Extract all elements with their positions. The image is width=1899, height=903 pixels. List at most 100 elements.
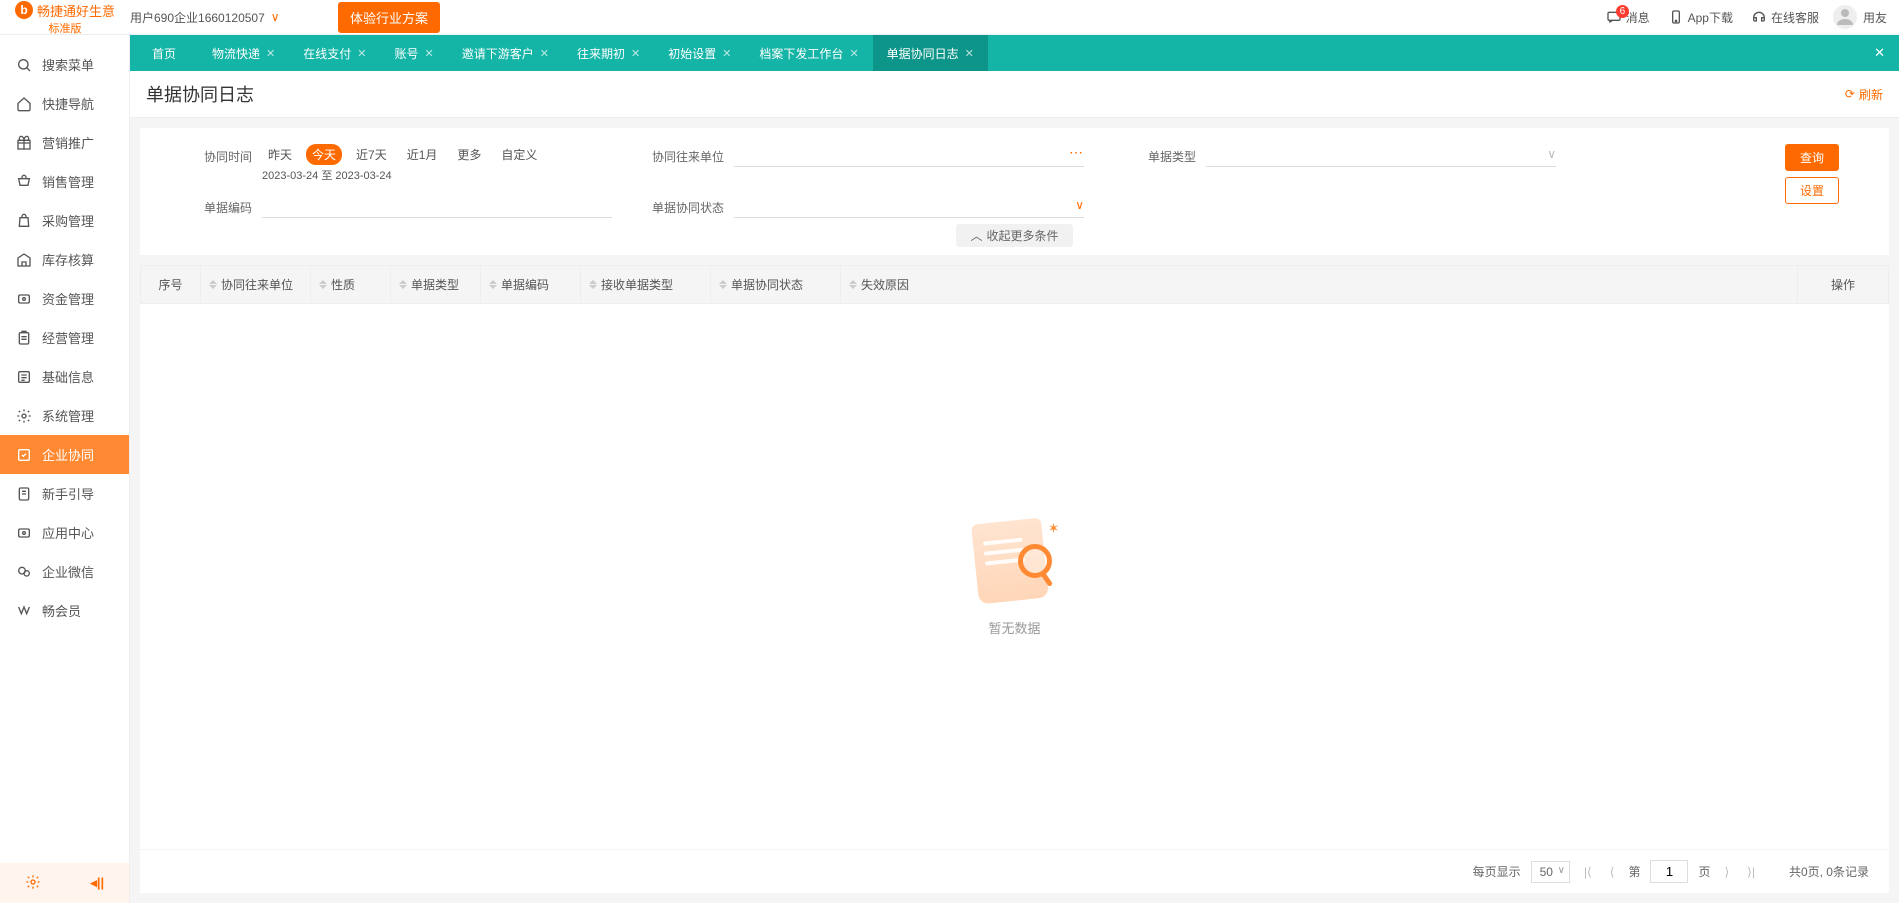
guide-icon [16,486,32,502]
tabs-close-all-icon[interactable]: ✕ [1864,35,1895,71]
column-label: 协同往来单位 [221,276,293,293]
sidebar-item-clipboard[interactable]: 经营管理 [0,318,129,357]
info-icon [16,369,32,385]
time-option-5[interactable]: 自定义 [495,144,543,165]
user-avatar[interactable] [1833,5,1857,29]
filter-status-input[interactable] [734,195,1084,218]
prev-page-button[interactable]: ⟨ [1606,865,1619,879]
pagination: 每页显示 50 |⟨ ⟨ 第 页 ⟩ ⟩| 共0页, 0条记录 [140,849,1889,893]
time-option-3[interactable]: 近1月 [401,144,444,165]
tab-5[interactable]: 往来期初✕ [563,35,654,71]
column-header[interactable]: 单据类型 [391,266,481,303]
service-label: 在线客服 [1771,9,1819,26]
column-header[interactable]: 接收单据类型 [581,266,711,303]
tab-4[interactable]: 邀请下游客户 ✕ [448,35,563,71]
last-page-button[interactable]: ⟩| [1743,865,1759,879]
refresh-button[interactable]: ⟳ 刷新 [1845,86,1883,103]
sidebar-item-home[interactable]: 快捷导航 [0,84,129,123]
column-header[interactable]: 单据编码 [481,266,581,303]
close-icon[interactable]: ✕ [722,47,731,60]
column-header[interactable]: 协同往来单位 [201,266,311,303]
link-icon [16,447,32,463]
sidebar-item-apps[interactable]: 应用中心 [0,513,129,552]
sidebar-item-warehouse[interactable]: 库存核算 [0,240,129,279]
close-icon[interactable]: ✕ [425,47,434,60]
app-download-link[interactable]: App下载 [1668,9,1733,26]
refresh-label: 刷新 [1859,86,1883,103]
column-header[interactable]: 单据协同状态 [711,266,841,303]
brand-edition: 标准版 [49,20,82,36]
sidebar-item-vip[interactable]: 畅会员 [0,591,129,630]
sidebar-item-cart[interactable]: 销售管理 [0,162,129,201]
messages-badge: 6 [1616,5,1630,18]
sort-icon [399,279,407,291]
column-label: 单据协同状态 [731,276,803,293]
search-icon [16,57,32,73]
time-option-4[interactable]: 更多 [451,144,487,165]
filter-code-input[interactable] [262,195,612,218]
tab-label: 账号 [394,45,418,62]
tab-bar: 首页物流快递✕在线支付✕账号✕邀请下游客户✕往来期初✕初始设置✕档案下发工作台✕… [130,35,1899,71]
sidebar-item-guide[interactable]: 新手引导 [0,474,129,513]
tab-6[interactable]: 初始设置✕ [654,35,745,71]
filter-doctype: 单据类型 ∨ [1124,144,1556,167]
sidebar-item-link[interactable]: 企业协同 [0,435,129,474]
user-name[interactable]: 用友 [1863,9,1887,26]
clipboard-icon [16,330,32,346]
tab-8[interactable]: 单据协同日志✕ [873,35,988,71]
column-label: 性质 [331,276,355,293]
refresh-icon: ⟳ [1845,87,1855,101]
column-header[interactable]: 性质 [311,266,391,303]
tab-3[interactable]: 账号 ✕ [380,35,447,71]
close-icon[interactable]: ✕ [849,47,858,60]
close-icon[interactable]: ✕ [631,47,640,60]
messages-link[interactable]: 6 消息 [1606,9,1650,26]
sidebar-collapse-icon[interactable]: ◂|| [90,875,104,891]
filter-doctype-input[interactable] [1206,144,1556,167]
tab-label: 邀请下游客户 [462,45,534,62]
tab-0[interactable]: 首页 [130,35,198,71]
empty-state: ✶ 暂无数据 [140,304,1889,849]
sidebar-item-label: 基础信息 [42,367,94,386]
brand-block: b 畅捷通好生意 标准版 [0,0,130,36]
sidebar-item-money[interactable]: 资金管理 [0,279,129,318]
filter-time: 协同时间 昨天今天近7天近1月更多自定义 2023-03-24 至 2023-0… [180,144,612,183]
filter-time-label: 协同时间 [180,144,252,165]
time-option-1[interactable]: 今天 [306,144,342,165]
tab-7[interactable]: 档案下发工作台✕ [745,35,872,71]
column-header[interactable]: 序号 [141,266,201,303]
sort-icon [489,279,497,291]
page-input[interactable] [1650,860,1688,883]
sidebar-item-info[interactable]: 基础信息 [0,357,129,396]
filter-settings-button[interactable]: 设置 [1785,177,1839,204]
sidebar-item-gift[interactable]: 营销推广 [0,123,129,162]
tab-1[interactable]: 物流快递✕ [198,35,289,71]
sidebar-item-bag[interactable]: 采购管理 [0,201,129,240]
close-icon[interactable]: ✕ [357,47,366,60]
sidebar-item-wechat[interactable]: 企业微信 [0,552,129,591]
online-service-link[interactable]: 在线客服 [1751,9,1819,26]
filter-partner-label: 协同往来单位 [652,144,724,165]
per-page-select[interactable]: 50 [1531,861,1570,883]
close-icon[interactable]: ✕ [540,47,549,60]
next-page-button[interactable]: ⟩ [1720,865,1733,879]
close-icon[interactable]: ✕ [266,47,275,60]
settings-gear-icon[interactable] [25,874,41,893]
filter-partner-input[interactable] [734,144,1084,167]
time-option-0[interactable]: 昨天 [262,144,298,165]
chevron-down-icon: ∨ [271,10,280,24]
query-button[interactable]: 查询 [1785,144,1839,171]
time-option-2[interactable]: 近7天 [350,144,393,165]
sidebar-item-label: 企业协同 [42,445,94,464]
sort-icon [849,279,857,291]
collapse-filters-button[interactable]: ︿ 收起更多条件 [956,224,1072,247]
experience-plan-button[interactable]: 体验行业方案 [338,2,440,33]
close-icon[interactable]: ✕ [965,47,974,60]
tenant-selector[interactable]: 用户690企业1660120507 ∨ [130,9,330,26]
sidebar-item-gear[interactable]: 系统管理 [0,396,129,435]
tab-2[interactable]: 在线支付✕ [289,35,380,71]
first-page-button[interactable]: |⟨ [1580,865,1596,879]
sidebar-item-search[interactable]: 搜索菜单 [0,45,129,84]
column-header[interactable]: 失效原因 [841,266,1798,303]
column-label: 失效原因 [861,276,909,293]
